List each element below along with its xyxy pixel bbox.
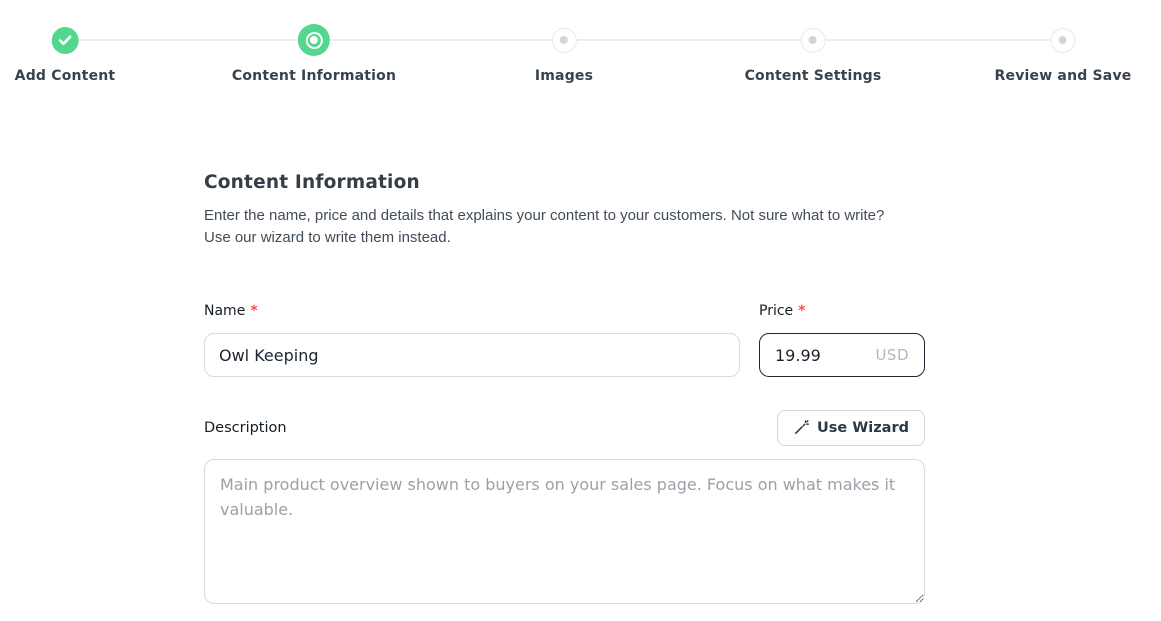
wizard-stepper: Add Content Content Information Images C… xyxy=(0,0,1161,110)
step-active-indicator-icon xyxy=(298,24,330,56)
price-label: Price* xyxy=(759,303,925,321)
check-icon xyxy=(58,35,71,46)
step-label: Add Content xyxy=(15,68,116,84)
step-completed-check-icon xyxy=(51,27,78,54)
description-label: Description xyxy=(204,420,287,436)
price-input-group: USD xyxy=(759,333,925,377)
step-label: Review and Save xyxy=(995,68,1132,84)
magic-wand-icon xyxy=(793,420,809,436)
required-asterisk: * xyxy=(798,303,805,319)
required-asterisk: * xyxy=(250,303,257,319)
price-input[interactable] xyxy=(775,346,845,365)
use-wizard-button-label: Use Wizard xyxy=(817,420,909,436)
step-review-and-save[interactable]: Review and Save xyxy=(995,24,1132,84)
step-images[interactable]: Images xyxy=(535,24,593,84)
section-description: Enter the name, price and details that e… xyxy=(204,205,904,249)
step-label: Images xyxy=(535,68,593,84)
step-upcoming-dot-icon xyxy=(1051,28,1076,53)
step-label: Content Settings xyxy=(745,68,882,84)
step-content-settings[interactable]: Content Settings xyxy=(745,24,882,84)
step-content-information[interactable]: Content Information xyxy=(232,24,396,84)
currency-label: USD xyxy=(875,346,909,364)
content-information-form: Content Information Enter the name, pric… xyxy=(204,170,925,609)
step-label: Content Information xyxy=(232,68,396,84)
step-upcoming-dot-icon xyxy=(551,28,576,53)
step-add-content[interactable]: Add Content xyxy=(15,24,116,84)
use-wizard-button[interactable]: Use Wizard xyxy=(777,410,925,446)
name-input[interactable] xyxy=(204,333,740,377)
step-upcoming-dot-icon xyxy=(801,28,826,53)
description-textarea[interactable] xyxy=(204,459,925,604)
name-label: Name* xyxy=(204,303,740,321)
page-title: Content Information xyxy=(204,170,925,196)
